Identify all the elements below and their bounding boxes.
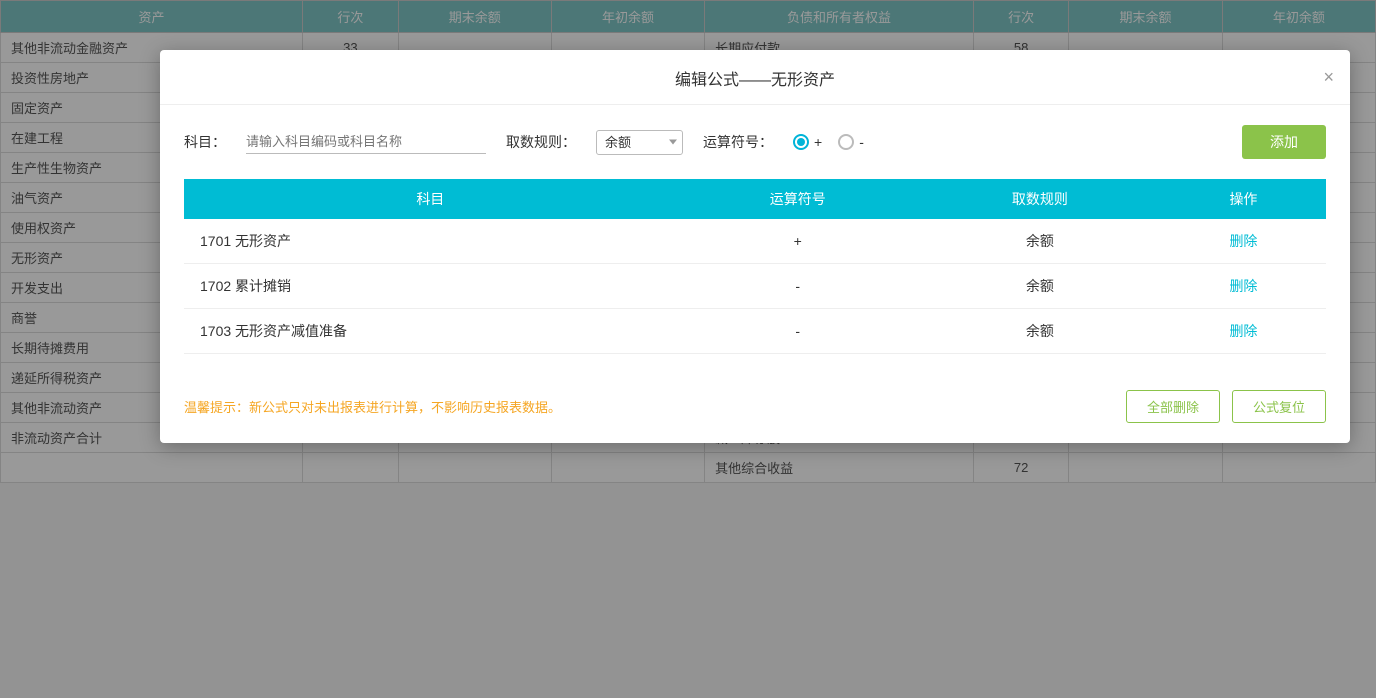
subject-cell: 1702 累计摊销: [184, 264, 677, 309]
delete-row-button[interactable]: 删除: [1229, 321, 1257, 341]
formula-table-head: 科目运算符号取数规则操作: [184, 179, 1326, 219]
operator-cell: -: [677, 264, 919, 309]
subject-cell: 1703 无形资产减值准备: [184, 309, 677, 354]
formula-table: 科目运算符号取数规则操作 1701 无形资产+余额删除1702 累计摊销-余额删…: [184, 179, 1326, 354]
subject-label: 科目：: [184, 132, 226, 152]
subject-cell: 1701 无形资产: [184, 219, 677, 264]
operator-label: 运算符号：: [703, 132, 773, 152]
footer-tip: 温馨提示：新公式只对未出报表进行计算，不影响历史报表数据。: [184, 397, 561, 416]
formula-col-header: 取数规则: [919, 179, 1161, 219]
rule-label: 取数规则：: [506, 132, 576, 152]
rule-select[interactable]: 余额 借方 贷方 净发生额: [596, 130, 683, 155]
action-cell: 删除: [1161, 309, 1326, 354]
formula-table-body: 1701 无形资产+余额删除1702 累计摊销-余额删除1703 无形资产减值准…: [184, 219, 1326, 354]
minus-radio-label: -: [859, 134, 864, 150]
operator-minus-radio[interactable]: -: [838, 134, 864, 150]
operator-plus-radio[interactable]: +: [793, 134, 822, 150]
form-row: 科目： 取数规则： 余额 借方 贷方 净发生额 运算符号： +: [184, 125, 1326, 159]
operator-cell: +: [677, 219, 919, 264]
modal-title: 编辑公式——无形资产: [675, 66, 835, 90]
modal-footer: 温馨提示：新公式只对未出报表进行计算，不影响历史报表数据。 全部删除 公式复位: [160, 374, 1350, 443]
table-row: 1702 累计摊销-余额 删除: [184, 264, 1326, 309]
rule-cell: 余额: [919, 309, 1161, 354]
formula-col-header: 科目: [184, 179, 677, 219]
formula-col-header: 运算符号: [677, 179, 919, 219]
rule-cell: 余额: [919, 264, 1161, 309]
rule-select-wrapper: 余额 借方 贷方 净发生额: [596, 130, 683, 155]
modal-header: 编辑公式——无形资产 ×: [160, 50, 1350, 105]
rule-cell: 余额: [919, 219, 1161, 264]
plus-radio-circle: [793, 134, 809, 150]
operator-radio-group: + -: [793, 134, 864, 150]
minus-radio-circle: [838, 134, 854, 150]
operator-cell: -: [677, 309, 919, 354]
modal-body: 科目： 取数规则： 余额 借方 贷方 净发生额 运算符号： +: [160, 105, 1350, 374]
delete-row-button[interactable]: 删除: [1229, 231, 1257, 251]
table-row: 1701 无形资产+余额 删除: [184, 219, 1326, 264]
formula-col-header: 操作: [1161, 179, 1326, 219]
plus-radio-label: +: [814, 134, 822, 150]
table-row: 1703 无形资产减值准备-余额 删除: [184, 309, 1326, 354]
footer-buttons: 全部删除 公式复位: [1126, 390, 1326, 423]
reset-formula-button[interactable]: 公式复位: [1232, 390, 1326, 423]
close-button[interactable]: ×: [1323, 68, 1334, 86]
delete-row-button[interactable]: 删除: [1229, 276, 1257, 296]
add-button[interactable]: 添加: [1242, 125, 1326, 159]
subject-input[interactable]: [246, 130, 486, 154]
action-cell: 删除: [1161, 219, 1326, 264]
delete-all-button[interactable]: 全部删除: [1126, 390, 1220, 423]
edit-formula-modal: 编辑公式——无形资产 × 科目： 取数规则： 余额 借方 贷方 净发生额 运算符…: [160, 50, 1350, 443]
action-cell: 删除: [1161, 264, 1326, 309]
